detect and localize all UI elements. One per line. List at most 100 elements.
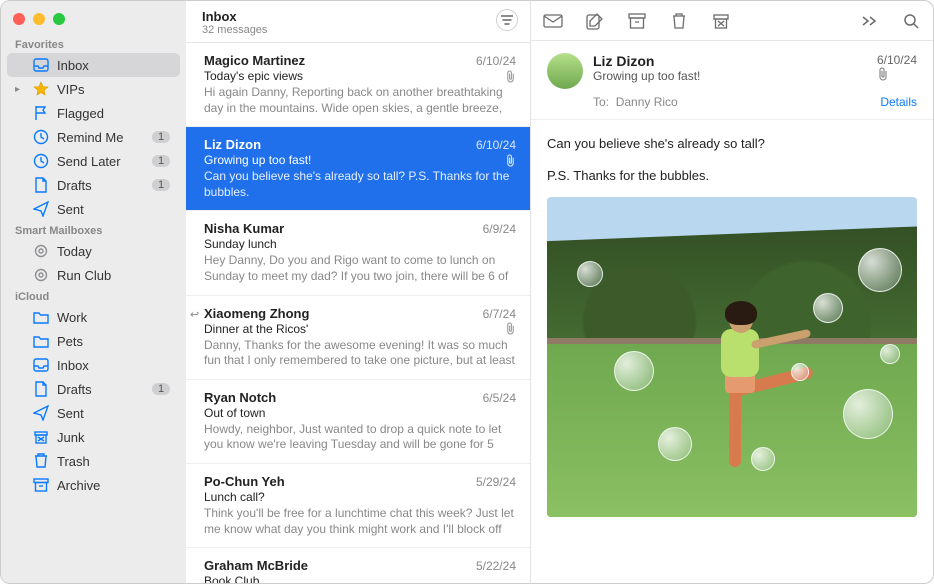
msg-preview: Hey Danny, Do you and Rigo want to come … <box>204 253 516 284</box>
message-row[interactable]: Ryan Notch6/5/24Out of townHowdy, neighb… <box>186 380 530 464</box>
msg-subject: Dinner at the Ricos' <box>204 322 308 336</box>
compose-button[interactable] <box>585 11 605 31</box>
sidebar-item-label: Archive <box>57 478 170 493</box>
sidebar-item-drafts2[interactable]: Drafts 1 <box>7 377 180 401</box>
sidebar-item-today[interactable]: Today <box>7 239 180 263</box>
sidebar-item-label: VIPs <box>57 82 170 97</box>
chevrons-icon <box>861 14 877 28</box>
msg-subject: Book Club <box>204 574 259 583</box>
archivebox-icon <box>628 13 646 29</box>
msg-subject: Today's epic views <box>204 69 303 83</box>
more-button[interactable] <box>859 11 879 31</box>
msg-preview: Think you'll be free for a lunchtime cha… <box>204 506 516 537</box>
sidebar-section-label: Smart Mailboxes <box>1 221 186 239</box>
message-header: Liz Dizon Growing up too fast! 6/10/24 T… <box>531 41 933 120</box>
sidebar-badge: 1 <box>152 383 170 395</box>
msg-sender: Ryan Notch <box>204 390 276 405</box>
sidebar-item-flagged[interactable]: Flagged <box>7 101 180 125</box>
paperplane-icon <box>33 201 49 217</box>
sidebar-item-label: Send Later <box>57 154 144 169</box>
message-row[interactable]: Magico Martinez 6/10/24 Today's epic views… <box>186 43 530 127</box>
sidebar-item-trash[interactable]: Trash <box>7 449 180 473</box>
sender-avatar[interactable] <box>547 53 583 89</box>
msg-date: 5/22/24 <box>476 559 516 573</box>
msg-preview: Howdy, neighbor, Just wanted to drop a q… <box>204 422 516 453</box>
archive-button[interactable] <box>627 11 647 31</box>
sidebar-item-pets[interactable]: Pets <box>7 329 180 353</box>
sidebar-item-inbox2[interactable]: Inbox <box>7 353 180 377</box>
paperclip-icon <box>877 67 889 81</box>
trash-icon <box>671 12 687 30</box>
msg-sender: Xiaomeng Zhong <box>204 306 309 321</box>
search-button[interactable] <box>901 11 921 31</box>
sidebar-item-label: Trash <box>57 454 170 469</box>
paperclip-icon <box>505 322 516 335</box>
sidebar-section-label: Favorites <box>1 35 186 53</box>
details-link[interactable]: Details <box>880 95 917 109</box>
paperclip-icon <box>505 70 516 83</box>
message-list[interactable]: Magico Martinez 6/10/24 Today's epic views… <box>186 43 530 583</box>
junk-button[interactable] <box>711 11 731 31</box>
paperplane-icon <box>33 405 49 421</box>
msg-sender: Magico Martinez <box>204 53 305 68</box>
msg-date: 6/9/24 <box>483 222 516 236</box>
mail-window: FavoritesInbox▸VIPsFlaggedRemind Me1Send… <box>0 0 934 584</box>
window-controls <box>1 1 186 35</box>
sidebar-item-work[interactable]: Work <box>7 305 180 329</box>
reply-button[interactable] <box>543 11 563 31</box>
message-row[interactable]: Liz Dizon6/10/24Growing up too fast!Can … <box>186 127 530 211</box>
msg-date: 6/10/24 <box>476 54 516 68</box>
envelope-icon <box>543 14 563 28</box>
folder-icon <box>33 309 49 325</box>
compose-icon <box>586 12 604 30</box>
message-row[interactable]: ↩Xiaomeng Zhong6/7/24Dinner at the Ricos… <box>186 296 530 380</box>
msg-sender: Graham McBride <box>204 558 308 573</box>
toolbar <box>531 1 933 41</box>
trash-icon <box>33 453 49 469</box>
sidebar: FavoritesInbox▸VIPsFlaggedRemind Me1Send… <box>1 1 186 583</box>
msg-sender: Nisha Kumar <box>204 221 284 236</box>
sidebar-item-label: Pets <box>57 334 170 349</box>
xbin-icon <box>33 429 49 445</box>
sidebar-item-sent[interactable]: Sent <box>7 197 180 221</box>
filter-button[interactable] <box>496 9 518 31</box>
sidebar-item-vips[interactable]: ▸VIPs <box>7 77 180 101</box>
msg-date: 5/29/24 <box>476 475 516 489</box>
gear-icon <box>33 267 49 283</box>
message-row[interactable]: Nisha Kumar6/9/24Sunday lunchHey Danny, … <box>186 211 530 295</box>
message-row[interactable]: Po-Chun Yeh5/29/24Lunch call?Think you'l… <box>186 464 530 548</box>
close-window-button[interactable] <box>13 13 25 25</box>
sidebar-item-sent2[interactable]: Sent <box>7 401 180 425</box>
tray-icon <box>33 357 49 373</box>
sidebar-badge: 1 <box>152 155 170 167</box>
sidebar-item-runclub[interactable]: Run Club <box>7 263 180 287</box>
sidebar-item-label: Run Club <box>57 268 170 283</box>
sidebar-item-junk[interactable]: Junk <box>7 425 180 449</box>
sidebar-item-label: Sent <box>57 202 170 217</box>
message-row[interactable]: Graham McBride5/22/24Book ClubAre you fr… <box>186 548 530 583</box>
mailbox-title: Inbox <box>202 9 267 24</box>
delete-button[interactable] <box>669 11 689 31</box>
body-line: Can you believe she's already so tall? <box>547 134 917 154</box>
sidebar-item-label: Inbox <box>57 358 170 373</box>
sidebar-item-inbox[interactable]: Inbox <box>7 53 180 77</box>
sidebar-item-drafts[interactable]: Drafts1 <box>7 173 180 197</box>
sidebar-item-label: Inbox <box>57 58 170 73</box>
search-icon <box>903 13 919 29</box>
msg-preview: Hi again Danny, Reporting back on anothe… <box>204 85 516 116</box>
sidebar-item-remind[interactable]: Remind Me1 <box>7 125 180 149</box>
minimize-window-button[interactable] <box>33 13 45 25</box>
message-list-pane: Inbox 32 messages Magico Martinez6/10/24… <box>186 1 531 583</box>
sidebar-item-label: Drafts <box>57 382 144 397</box>
folder-icon <box>33 333 49 349</box>
sidebar-item-label: Drafts <box>57 178 144 193</box>
tray-icon <box>33 57 49 73</box>
sidebar-item-archive[interactable]: Archive <box>7 473 180 497</box>
doc-icon <box>33 177 49 193</box>
header-to: To: Danny Rico <box>593 95 678 109</box>
attached-photo[interactable] <box>547 197 917 517</box>
gear-icon <box>33 243 49 259</box>
sidebar-item-sendlater[interactable]: Send Later 1 <box>7 149 180 173</box>
zoom-window-button[interactable] <box>53 13 65 25</box>
sidebar-item-label: Today <box>57 244 170 259</box>
